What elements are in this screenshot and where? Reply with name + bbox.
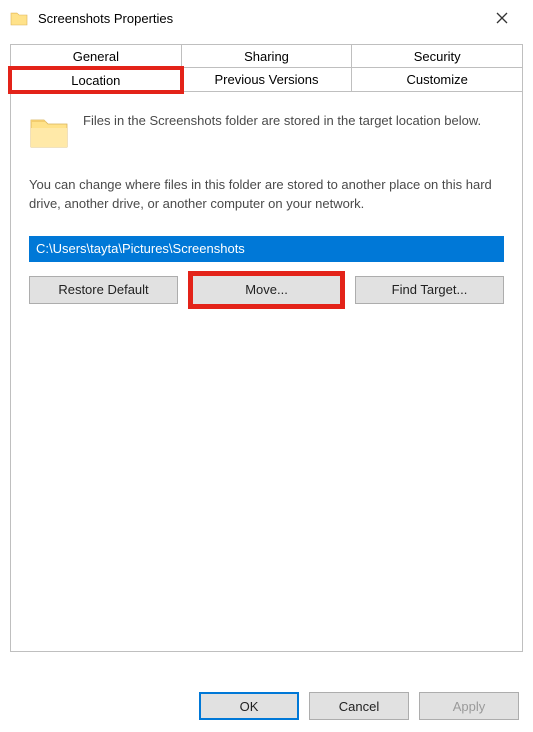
tab-security[interactable]: Security [351, 44, 523, 68]
tab-sharing[interactable]: Sharing [181, 44, 353, 68]
apply-button[interactable]: Apply [419, 692, 519, 720]
tab-location[interactable]: Location [10, 68, 182, 92]
cancel-button[interactable]: Cancel [309, 692, 409, 720]
location-path-input[interactable] [29, 236, 504, 262]
window-title: Screenshots Properties [38, 11, 481, 26]
move-button[interactable]: Move... [188, 271, 345, 309]
close-button[interactable] [481, 2, 523, 34]
description-2: You can change where files in this folde… [29, 176, 504, 214]
tab-general[interactable]: General [10, 44, 182, 68]
tab-customize[interactable]: Customize [351, 68, 523, 92]
path-field-wrap [29, 236, 504, 262]
find-target-button[interactable]: Find Target... [355, 276, 504, 304]
folder-large-icon [29, 114, 69, 150]
ok-button[interactable]: OK [199, 692, 299, 720]
restore-default-button[interactable]: Restore Default [29, 276, 178, 304]
location-buttons: Restore Default Move... Find Target... [29, 276, 504, 309]
tab-previous-versions[interactable]: Previous Versions [181, 68, 353, 92]
titlebar: Screenshots Properties [0, 0, 533, 36]
tabs: General Sharing Security Location Previo… [0, 36, 533, 92]
folder-icon [10, 10, 28, 26]
dialog-footer: OK Cancel Apply [199, 692, 519, 720]
tab-content: Files in the Screenshots folder are stor… [10, 92, 523, 652]
close-icon [496, 12, 508, 24]
description-1: Files in the Screenshots folder are stor… [83, 112, 481, 150]
